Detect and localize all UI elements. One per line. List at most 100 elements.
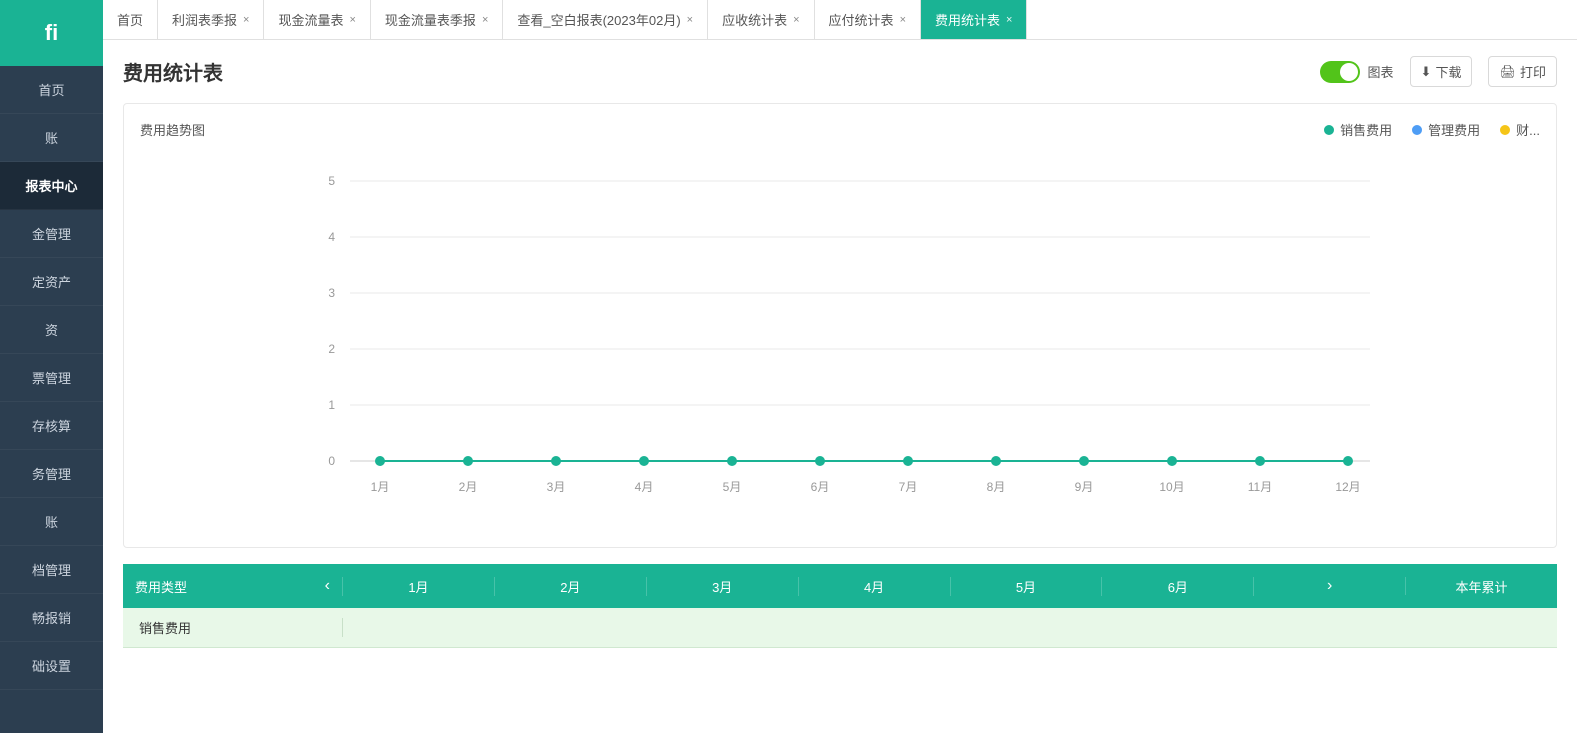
col-type: 费用类型 ‹ xyxy=(123,577,343,596)
chart-header: 费用趋势图 销售费用 管理费用 财... xyxy=(140,120,1540,139)
col-mar: 3月 xyxy=(647,577,799,596)
data-point-apr xyxy=(639,456,649,466)
col-feb: 2月 xyxy=(495,577,647,596)
legend-sales: 销售费用 xyxy=(1324,120,1392,139)
data-point-oct xyxy=(1167,456,1177,466)
tab-close-profit-quarterly[interactable]: × xyxy=(243,14,249,26)
page-header: 费用统计表 图表 ⬇ 下载 🖨 打印 xyxy=(123,56,1557,87)
chart-legend: 销售费用 管理费用 财... xyxy=(1324,120,1540,139)
tab-cashflow[interactable]: 现金流量表 × xyxy=(264,0,370,39)
table-header: 费用类型 ‹ 1月 2月 3月 4月 xyxy=(123,564,1557,608)
col-may: 5月 xyxy=(951,577,1103,596)
sidebar-item-service[interactable]: 务管理 xyxy=(0,450,103,498)
download-button[interactable]: ⬇ 下载 xyxy=(1410,56,1473,87)
svg-text:6月: 6月 xyxy=(811,480,830,494)
svg-text:7月: 7月 xyxy=(899,480,918,494)
content-inner: 费用统计表 图表 ⬇ 下载 🖨 打印 xyxy=(103,40,1577,733)
chart-svg-wrapper: 5 4 3 2 1 0 xyxy=(140,151,1540,531)
legend-dot-finance xyxy=(1500,125,1510,135)
tab-expense-stats[interactable]: 费用统计表 × xyxy=(921,0,1027,39)
svg-text:8月: 8月 xyxy=(987,480,1006,494)
svg-text:5: 5 xyxy=(328,174,335,188)
print-button[interactable]: 🖨 打印 xyxy=(1488,56,1557,87)
tab-close-blank-report[interactable]: × xyxy=(687,14,693,26)
sidebar-item-home[interactable]: 首页 xyxy=(0,66,103,114)
chart-svg: 5 4 3 2 1 0 xyxy=(140,151,1540,521)
content-area: 费用统计表 图表 ⬇ 下载 🖨 打印 xyxy=(103,40,1577,733)
col-next: › xyxy=(1254,577,1406,595)
chart-title: 费用趋势图 xyxy=(140,120,205,139)
svg-text:4月: 4月 xyxy=(635,480,654,494)
tab-close-payable[interactable]: × xyxy=(900,14,906,26)
svg-text:11月: 11月 xyxy=(1248,480,1272,494)
row-type-sales: 销售费用 xyxy=(123,618,343,637)
sidebar-item-account[interactable]: 账 xyxy=(0,114,103,162)
tab-close-expense-stats[interactable]: × xyxy=(1006,14,1012,26)
header-actions: 图表 ⬇ 下载 🖨 打印 xyxy=(1320,56,1557,87)
svg-text:5月: 5月 xyxy=(723,480,742,494)
sidebar-item-archive[interactable]: 档管理 xyxy=(0,546,103,594)
data-point-jan xyxy=(375,456,385,466)
tab-home[interactable]: 首页 xyxy=(103,0,158,39)
tab-close-receivable[interactable]: × xyxy=(793,14,799,26)
col-jan: 1月 xyxy=(343,577,495,596)
data-point-mar xyxy=(551,456,561,466)
sidebar-item-fixed-assets[interactable]: 定资产 xyxy=(0,258,103,306)
data-point-sep xyxy=(1079,456,1089,466)
chart-toggle[interactable] xyxy=(1320,61,1360,83)
col-apr: 4月 xyxy=(799,577,951,596)
data-point-may xyxy=(727,456,737,466)
page-title: 费用统计表 xyxy=(123,57,223,86)
tab-profit-quarterly[interactable]: 利润表季报 × xyxy=(158,0,264,39)
col-jun: 6月 xyxy=(1102,577,1254,596)
legend-dot-mgmt xyxy=(1412,125,1422,135)
tab-close-cashflow[interactable]: × xyxy=(349,14,355,26)
toggle-label: 图表 xyxy=(1368,62,1394,81)
sidebar-logo: fi xyxy=(0,0,103,66)
tab-payable[interactable]: 应付统计表 × xyxy=(815,0,921,39)
sidebar-item-tickets[interactable]: 票管理 xyxy=(0,354,103,402)
data-point-aug xyxy=(991,456,1001,466)
svg-text:10月: 10月 xyxy=(1159,480,1184,494)
svg-text:3: 3 xyxy=(328,286,335,300)
svg-text:3月: 3月 xyxy=(547,480,566,494)
data-table: 费用类型 ‹ 1月 2月 3月 4月 xyxy=(123,564,1557,648)
tab-close-cashflow-quarterly[interactable]: × xyxy=(482,14,488,26)
data-point-feb xyxy=(463,456,473,466)
tab-cashflow-quarterly[interactable]: 现金流量表季报 × xyxy=(371,0,503,39)
table-row: 销售费用 xyxy=(123,608,1557,648)
data-point-nov xyxy=(1255,456,1265,466)
legend-mgmt: 管理费用 xyxy=(1412,120,1480,139)
sidebar-item-finance[interactable]: 金管理 xyxy=(0,210,103,258)
print-icon: 🖨 xyxy=(1499,64,1516,80)
sidebar-item-expense[interactable]: 畅报销 xyxy=(0,594,103,642)
sidebar-item-capital[interactable]: 资 xyxy=(0,306,103,354)
svg-text:1月: 1月 xyxy=(371,480,390,494)
svg-text:0: 0 xyxy=(328,454,335,468)
prev-arrow[interactable]: ‹ xyxy=(325,577,330,595)
legend-finance: 财... xyxy=(1500,120,1540,139)
download-icon: ⬇ xyxy=(1421,64,1432,80)
next-arrow[interactable]: › xyxy=(1327,577,1332,595)
svg-text:9月: 9月 xyxy=(1075,480,1094,494)
data-point-dec xyxy=(1343,456,1353,466)
sidebar-item-inventory[interactable]: 存核算 xyxy=(0,402,103,450)
data-point-jul xyxy=(903,456,913,466)
svg-text:12月: 12月 xyxy=(1335,480,1360,494)
sidebar: fi 首页 账 报表中心 金管理 定资产 资 票管理 存核算 务管理 账 档管理… xyxy=(0,0,103,733)
col-ytd: 本年累计 xyxy=(1406,577,1557,596)
svg-text:1: 1 xyxy=(328,398,335,412)
sidebar-item-ledger[interactable]: 账 xyxy=(0,498,103,546)
tab-blank-report[interactable]: 查看_空白报表(2023年02月) × xyxy=(503,0,708,39)
svg-text:4: 4 xyxy=(328,230,335,244)
tab-bar: 首页 利润表季报 × 现金流量表 × 现金流量表季报 × 查看_空白报表(202… xyxy=(103,0,1577,40)
sidebar-item-reports[interactable]: 报表中心 xyxy=(0,162,103,210)
svg-text:2: 2 xyxy=(328,342,335,356)
tab-receivable[interactable]: 应收统计表 × xyxy=(708,0,814,39)
svg-text:2月: 2月 xyxy=(459,480,478,494)
sidebar-item-settings[interactable]: 础设置 xyxy=(0,642,103,690)
legend-dot-sales xyxy=(1324,125,1334,135)
toggle-group: 图表 xyxy=(1320,61,1394,83)
chart-container: 费用趋势图 销售费用 管理费用 财... xyxy=(123,103,1557,548)
data-point-jun xyxy=(815,456,825,466)
